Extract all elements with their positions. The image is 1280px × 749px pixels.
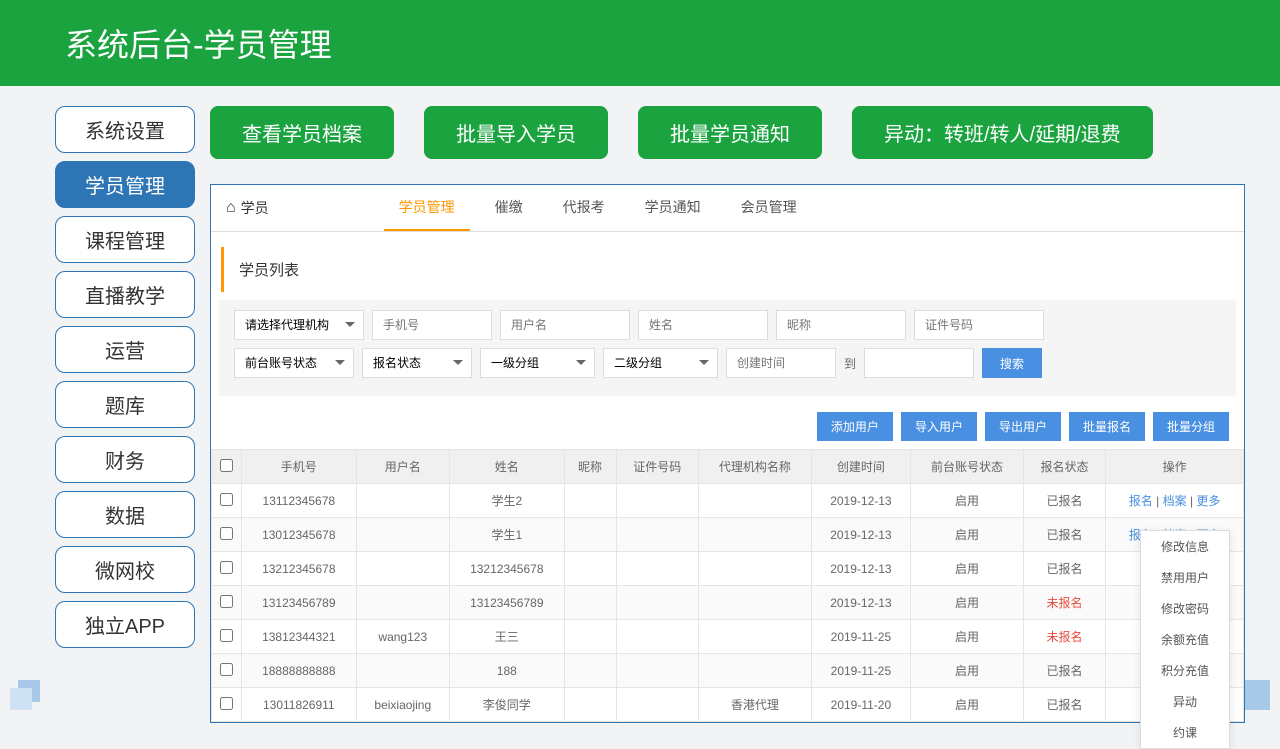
table-row: 13011826911beixiaojing李俊同学香港代理2019-11-20… bbox=[212, 688, 1244, 722]
phone-input[interactable] bbox=[372, 310, 492, 340]
student-table: 手机号用户名姓名昵称证件号码代理机构名称创建时间前台账号状态报名状态操作 131… bbox=[211, 449, 1244, 722]
row-checkbox[interactable] bbox=[220, 493, 233, 506]
row-action-enroll[interactable]: 报名 bbox=[1129, 494, 1153, 508]
main-panel: 学员 学员管理催缴代报考学员通知会员管理 学员列表 请选择代理机构 前台账号状态 bbox=[210, 184, 1245, 723]
tab-3[interactable]: 学员通知 bbox=[630, 185, 716, 231]
dropdown-item-6[interactable]: 约课 bbox=[1141, 717, 1229, 748]
table-row: 13112345678学生22019-12-13启用已报名报名 | 档案 | 更… bbox=[212, 484, 1244, 518]
tab-4[interactable]: 会员管理 bbox=[726, 185, 812, 231]
group2-select[interactable]: 二级分组 bbox=[603, 348, 718, 378]
col-header-2: 用户名 bbox=[356, 450, 449, 484]
sidebar-item-5[interactable]: 题库 bbox=[55, 381, 195, 428]
top-actions: 查看学员档案批量导入学员批量学员通知异动：转班/转人/延期/退费 bbox=[210, 106, 1245, 159]
col-header-10: 操作 bbox=[1106, 450, 1244, 484]
top-action-1[interactable]: 批量导入学员 bbox=[424, 106, 608, 159]
row-action-archive[interactable]: 档案 bbox=[1163, 494, 1187, 508]
home-icon bbox=[226, 199, 236, 217]
col-header-0 bbox=[212, 450, 242, 484]
bulk-action-4[interactable]: 批量分组 bbox=[1153, 412, 1229, 441]
idcard-input[interactable] bbox=[914, 310, 1044, 340]
group1-select[interactable]: 一级分组 bbox=[480, 348, 595, 378]
row-checkbox[interactable] bbox=[220, 697, 233, 710]
dropdown-item-2[interactable]: 修改密码 bbox=[1141, 593, 1229, 624]
dropdown-item-3[interactable]: 余额充值 bbox=[1141, 624, 1229, 655]
sidebar-item-1[interactable]: 学员管理 bbox=[55, 161, 195, 208]
sidebar-item-7[interactable]: 数据 bbox=[55, 491, 195, 538]
sidebar-item-8[interactable]: 微网校 bbox=[55, 546, 195, 593]
col-header-6: 代理机构名称 bbox=[698, 450, 811, 484]
more-dropdown: 修改信息禁用用户修改密码余额充值积分充值异动约课 bbox=[1140, 530, 1230, 749]
table-row: 13212345678132123456782019-12-13启用已报名 bbox=[212, 552, 1244, 586]
table-row: 13012345678学生12019-12-13启用已报名报名 | 档案 | 更… bbox=[212, 518, 1244, 552]
page-title: 系统后台-学员管理 bbox=[65, 27, 332, 63]
dropdown-item-5[interactable]: 异动 bbox=[1141, 686, 1229, 717]
search-button[interactable]: 搜索 bbox=[982, 348, 1042, 378]
col-header-9: 报名状态 bbox=[1023, 450, 1105, 484]
decoration-bottom-left bbox=[10, 680, 40, 710]
panel-breadcrumb: 学员 bbox=[226, 186, 284, 230]
bulk-action-3[interactable]: 批量报名 bbox=[1069, 412, 1145, 441]
sidebar-item-0[interactable]: 系统设置 bbox=[55, 106, 195, 153]
select-all-checkbox[interactable] bbox=[220, 459, 233, 472]
top-action-3[interactable]: 异动：转班/转人/延期/退费 bbox=[852, 106, 1153, 159]
table-row: 13123456789131234567892019-12-13启用未报名 bbox=[212, 586, 1244, 620]
col-header-4: 昵称 bbox=[564, 450, 616, 484]
nickname-input[interactable] bbox=[776, 310, 906, 340]
sidebar: 系统设置学员管理课程管理直播教学运营题库财务数据微网校独立APP bbox=[55, 106, 195, 723]
row-checkbox[interactable] bbox=[220, 561, 233, 574]
top-action-2[interactable]: 批量学员通知 bbox=[638, 106, 822, 159]
tab-1[interactable]: 催缴 bbox=[480, 185, 538, 231]
col-header-7: 创建时间 bbox=[811, 450, 910, 484]
row-checkbox[interactable] bbox=[220, 527, 233, 540]
col-header-3: 姓名 bbox=[450, 450, 565, 484]
create-time-from[interactable] bbox=[726, 348, 836, 378]
sidebar-item-4[interactable]: 运营 bbox=[55, 326, 195, 373]
panel-tabs: 学员管理催缴代报考学员通知会员管理 bbox=[384, 185, 812, 231]
to-label: 到 bbox=[844, 355, 856, 372]
create-time-to[interactable] bbox=[864, 348, 974, 378]
dropdown-item-0[interactable]: 修改信息 bbox=[1141, 531, 1229, 562]
username-input[interactable] bbox=[500, 310, 630, 340]
enroll-status-select[interactable]: 报名状态 bbox=[362, 348, 472, 378]
table-row: 13812344321wang123王三2019-11-25启用未报名 bbox=[212, 620, 1244, 654]
tab-0[interactable]: 学员管理 bbox=[384, 185, 470, 231]
sidebar-item-9[interactable]: 独立APP bbox=[55, 601, 195, 648]
bulk-action-0[interactable]: 添加用户 bbox=[817, 412, 893, 441]
bulk-actions: 添加用户导入用户导出用户批量报名批量分组 bbox=[211, 404, 1244, 449]
row-checkbox[interactable] bbox=[220, 629, 233, 642]
col-header-8: 前台账号状态 bbox=[911, 450, 1024, 484]
top-action-0[interactable]: 查看学员档案 bbox=[210, 106, 394, 159]
filter-bar: 请选择代理机构 前台账号状态 报名状态 一级分组 二级分组 到 搜索 bbox=[219, 300, 1236, 396]
dropdown-item-4[interactable]: 积分充值 bbox=[1141, 655, 1229, 686]
sidebar-item-2[interactable]: 课程管理 bbox=[55, 216, 195, 263]
tab-2[interactable]: 代报考 bbox=[548, 185, 620, 231]
name-input[interactable] bbox=[638, 310, 768, 340]
list-title: 学员列表 bbox=[221, 247, 1234, 292]
sidebar-item-6[interactable]: 财务 bbox=[55, 436, 195, 483]
page-header: 系统后台-学员管理 bbox=[0, 0, 1280, 86]
row-action-more[interactable]: 更多 bbox=[1196, 494, 1220, 508]
table-row: 188888888881882019-11-25启用已报名 bbox=[212, 654, 1244, 688]
sidebar-item-3[interactable]: 直播教学 bbox=[55, 271, 195, 318]
col-header-5: 证件号码 bbox=[616, 450, 698, 484]
agency-select[interactable]: 请选择代理机构 bbox=[234, 310, 364, 340]
row-checkbox[interactable] bbox=[220, 663, 233, 676]
row-checkbox[interactable] bbox=[220, 595, 233, 608]
bulk-action-1[interactable]: 导入用户 bbox=[901, 412, 977, 441]
bulk-action-2[interactable]: 导出用户 bbox=[985, 412, 1061, 441]
front-status-select[interactable]: 前台账号状态 bbox=[234, 348, 354, 378]
dropdown-item-1[interactable]: 禁用用户 bbox=[1141, 562, 1229, 593]
col-header-1: 手机号 bbox=[242, 450, 357, 484]
